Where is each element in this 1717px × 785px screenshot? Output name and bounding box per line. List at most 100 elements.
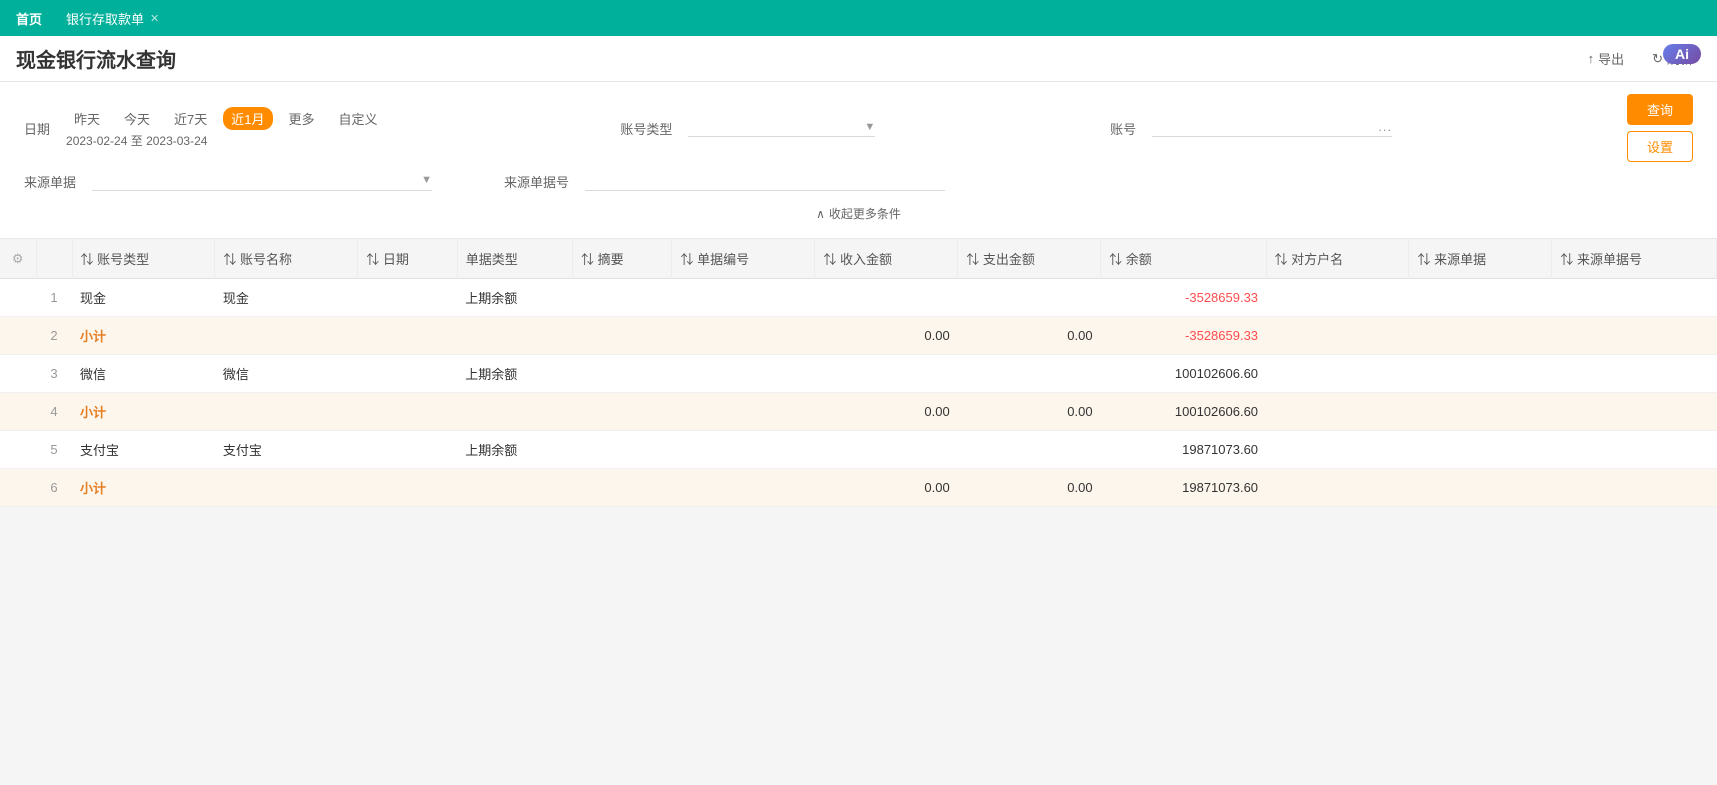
row-date [358, 317, 458, 355]
row-expense: 0.00 [958, 393, 1101, 431]
row-expense [958, 431, 1101, 469]
row-gear [0, 393, 36, 431]
source-voucher-no-input[interactable] [585, 173, 945, 188]
date-shortcut-近1月[interactable]: 近1月 [223, 107, 272, 130]
col-voucher-type-header[interactable]: 单据类型 [457, 239, 572, 279]
nav-home[interactable]: 首页 [4, 0, 54, 36]
settings-button[interactable]: 设置 [1627, 131, 1693, 162]
row-voucher-no [672, 431, 815, 469]
query-button[interactable]: 查询 [1627, 94, 1693, 125]
col-source-header[interactable]: ⇅ 来源单据 [1409, 239, 1552, 279]
col-counterparty-header[interactable]: ⇅ 对方户名 [1266, 239, 1409, 279]
row-num: 4 [36, 393, 72, 431]
row-voucher-type: 上期余额 [457, 355, 572, 393]
row-summary [572, 469, 672, 507]
page-title: 现金银行流水查询 [16, 44, 176, 73]
account-input[interactable] [1152, 119, 1378, 134]
table-row: 6 小计 0.00 0.00 19871073.60 [0, 469, 1717, 507]
row-voucher-type [457, 469, 572, 507]
date-shortcut-昨天[interactable]: 昨天 [66, 107, 108, 130]
col-gear[interactable]: ⚙ [0, 239, 36, 279]
header-bar: 现金银行流水查询 ↑ 导出 ↻ 刷新 Ai [0, 36, 1717, 82]
row-gear [0, 469, 36, 507]
row-account-type: 现金 [72, 279, 215, 317]
filter-row-1: 日期 昨天今天近7天近1月更多自定义 2023-02-24 至 2023-03-… [24, 94, 1693, 162]
row-gear [0, 355, 36, 393]
row-account-type: 小计 [72, 317, 215, 355]
row-voucher-no [672, 317, 815, 355]
source-voucher-dropdown-icon[interactable]: ▼ [421, 174, 432, 186]
row-income [815, 355, 958, 393]
nav-tabs: 收款单✕付款单✕其他收入单✕应收应付调整单✕银行存取款单✕预收冲应收单✕收款核销… [54, 0, 197, 36]
date-shortcuts-group: 昨天今天近7天近1月更多自定义 2023-02-24 至 2023-03-24 [66, 107, 386, 149]
row-account-name: 现金 [215, 279, 358, 317]
col-expense-header[interactable]: ⇅ 支出金额 [958, 239, 1101, 279]
date-shortcut-更多[interactable]: 更多 [281, 107, 323, 130]
row-summary [572, 317, 672, 355]
account-type-dropdown-icon[interactable]: ▼ [864, 121, 875, 133]
row-voucher-type [457, 393, 572, 431]
date-shortcut-今天[interactable]: 今天 [116, 107, 158, 130]
row-account-type: 小计 [72, 469, 215, 507]
row-summary [572, 279, 672, 317]
col-voucher-no-header[interactable]: ⇅ 单据编号 [672, 239, 815, 279]
source-voucher-label: 来源单据 [24, 172, 76, 191]
row-account-name: 支付宝 [215, 431, 358, 469]
row-expense: 0.00 [958, 469, 1101, 507]
row-date [358, 469, 458, 507]
col-balance-header[interactable]: ⇅ 余额 [1101, 239, 1266, 279]
col-source-no-header[interactable]: ⇅ 来源单据号 [1552, 239, 1717, 279]
row-voucher-no [672, 469, 815, 507]
row-source [1409, 355, 1552, 393]
row-summary [572, 355, 672, 393]
row-num: 2 [36, 317, 72, 355]
table-wrap: ⚙ ⇅ 账号类型 ⇅ 账号名称 ⇅ 日期 单据类型 ⇅ [0, 239, 1717, 507]
row-account-name [215, 317, 358, 355]
col-date-header[interactable]: ⇅ 日期 [358, 239, 458, 279]
row-source-no [1552, 431, 1717, 469]
collapse-button[interactable]: ∧ 收起更多条件 [804, 201, 913, 226]
row-account-type: 支付宝 [72, 431, 215, 469]
row-source-no [1552, 469, 1717, 507]
row-num: 1 [36, 279, 72, 317]
row-voucher-type: 上期余额 [457, 279, 572, 317]
col-account-name-header[interactable]: ⇅ 账号名称 [215, 239, 358, 279]
col-account-type-header[interactable]: ⇅ 账号类型 [72, 239, 215, 279]
row-account-type: 小计 [72, 393, 215, 431]
row-num: 6 [36, 469, 72, 507]
date-shortcut-近7天[interactable]: 近7天 [166, 107, 215, 130]
source-voucher-no-wrap [585, 173, 945, 191]
source-voucher-input[interactable] [92, 173, 421, 188]
tab-yinhang-close[interactable]: ✕ [150, 12, 159, 25]
row-num: 5 [36, 431, 72, 469]
row-income [815, 431, 958, 469]
row-counterparty [1266, 279, 1409, 317]
data-table: ⚙ ⇅ 账号类型 ⇅ 账号名称 ⇅ 日期 单据类型 ⇅ [0, 239, 1717, 507]
row-source [1409, 317, 1552, 355]
table-header-row: ⚙ ⇅ 账号类型 ⇅ 账号名称 ⇅ 日期 单据类型 ⇅ [0, 239, 1717, 279]
row-source [1409, 393, 1552, 431]
row-income: 0.00 [815, 469, 958, 507]
row-date [358, 431, 458, 469]
collapse-icon: ∧ [816, 207, 825, 221]
col-num [36, 239, 72, 279]
col-summary-header[interactable]: ⇅ 摘要 [572, 239, 672, 279]
row-source-no [1552, 279, 1717, 317]
account-dots-icon[interactable]: ... [1378, 119, 1392, 134]
row-income: 0.00 [815, 317, 958, 355]
row-income [815, 279, 958, 317]
row-counterparty [1266, 317, 1409, 355]
ai-badge[interactable]: Ai [1663, 44, 1701, 64]
account-type-input[interactable] [688, 119, 864, 134]
export-button[interactable]: ↑ 导出 [1580, 45, 1633, 72]
date-shortcut-自定义[interactable]: 自定义 [331, 107, 386, 130]
row-source [1409, 469, 1552, 507]
row-summary [572, 393, 672, 431]
row-source-no [1552, 317, 1717, 355]
tab-yinhang[interactable]: 银行存取款单✕ [54, 0, 197, 36]
row-account-type: 微信 [72, 355, 215, 393]
row-account-name [215, 393, 358, 431]
date-shortcuts: 昨天今天近7天近1月更多自定义 [66, 107, 386, 130]
col-income-header[interactable]: ⇅ 收入金额 [815, 239, 958, 279]
row-gear [0, 317, 36, 355]
